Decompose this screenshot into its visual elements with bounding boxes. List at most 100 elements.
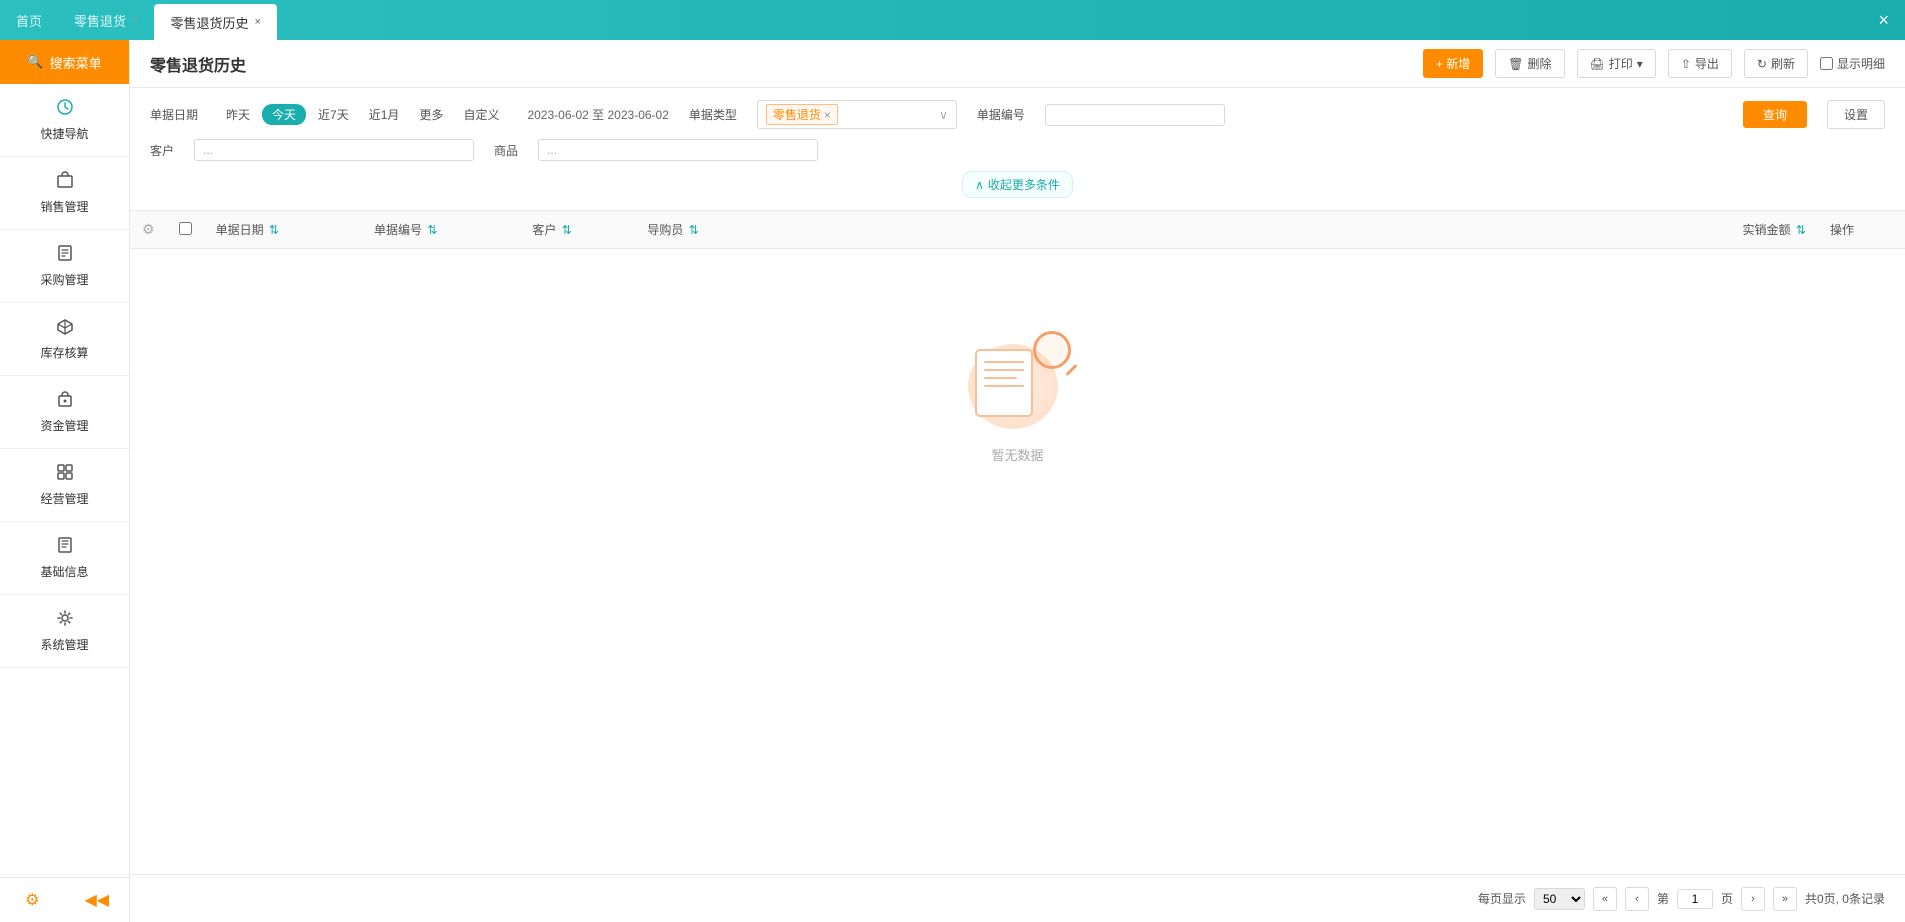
sidebar-item-system[interactable]: 系统管理 [0, 595, 129, 668]
sort-amount-icon[interactable]: ⇅ [1796, 223, 1806, 237]
th-customer: 客户 ⇅ [520, 211, 635, 249]
print-icon: 🖨 [1590, 57, 1605, 71]
content-area: 零售退货历史 + 新增 🗑 删除 🖨 打印 ▾ ⇧ 导出 ↻ 刷新 显示明细 [130, 40, 1905, 922]
inventory-icon [56, 317, 74, 340]
export-icon: ⇧ [1681, 57, 1691, 71]
tab-retail-return[interactable]: 零售退货 × [58, 0, 154, 40]
refresh-icon: ↻ [1757, 57, 1767, 71]
print-button[interactable]: 🖨 打印 ▾ [1577, 49, 1656, 78]
empty-magnify-handle [1065, 364, 1077, 376]
show-detail-checkbox[interactable] [1820, 57, 1833, 70]
sort-date-icon[interactable]: ⇅ [269, 223, 279, 237]
sidebar: 🔍 搜索菜单 快捷导航 销售管理 采购管理 库存核算 [0, 40, 130, 922]
sidebar-item-purchase-mgmt[interactable]: 采购管理 [0, 230, 129, 303]
sort-guide-icon[interactable]: ⇅ [689, 223, 699, 237]
prev-page-button[interactable]: ‹ [1625, 887, 1649, 911]
tab-retail-return-history[interactable]: 零售退货历史 × [154, 4, 276, 40]
delete-icon: 🗑 [1508, 57, 1523, 71]
page-input[interactable] [1677, 889, 1713, 909]
sort-number-icon[interactable]: ⇅ [427, 223, 437, 237]
customer-filter-label: 客户 [150, 142, 174, 159]
print-dropdown-icon: ▾ [1637, 57, 1643, 71]
customer-filter-select[interactable]: ... [194, 139, 474, 161]
first-page-button[interactable]: « [1593, 887, 1617, 911]
filter-row-2: 客户 ... 商品 ... [150, 139, 1885, 161]
number-filter-input[interactable] [1045, 104, 1225, 126]
goods-filter-label: 商品 [494, 142, 518, 159]
select-all-checkbox[interactable] [179, 222, 192, 235]
query-button[interactable]: 查询 [1743, 101, 1807, 128]
empty-state: 暂无数据 [130, 249, 1905, 544]
operations-icon [56, 463, 74, 486]
pagination-summary: 共0页, 0条记录 [1805, 890, 1885, 907]
filter-settings-button[interactable]: 设置 [1827, 100, 1885, 129]
sidebar-item-operations-label: 经营管理 [40, 490, 88, 507]
th-date: 单据日期 ⇅ [204, 211, 362, 249]
date-btn-today[interactable]: 今天 [262, 104, 306, 125]
filter-row-1: 单据日期 昨天 今天 近7天 近1月 更多 自定义 2023-06-02 至 2… [150, 100, 1885, 129]
customer-dots: ... [203, 143, 213, 157]
collapse-label: 收起更多条件 [988, 176, 1060, 193]
th-amount-label: 实销金额 [1743, 223, 1791, 237]
sidebar-item-base-info[interactable]: 基础信息 [0, 522, 129, 595]
show-detail-checkbox-label[interactable]: 显示明细 [1820, 55, 1885, 72]
last-page-button[interactable]: » [1773, 887, 1797, 911]
sidebar-item-base-info-label: 基础信息 [40, 563, 88, 580]
next-page-button[interactable]: › [1741, 887, 1765, 911]
page-size-label: 每页显示 [1478, 890, 1526, 907]
base-info-icon [56, 536, 74, 559]
th-checkbox [167, 211, 204, 249]
empty-text: 暂无数据 [991, 445, 1043, 464]
tab-home-label: 首页 [16, 11, 42, 30]
sidebar-item-inventory[interactable]: 库存核算 [0, 303, 129, 376]
sort-customer-icon[interactable]: ⇅ [562, 223, 572, 237]
tab-spacer [277, 0, 1863, 40]
export-button[interactable]: ⇧ 导出 [1668, 49, 1732, 78]
sidebar-item-finance[interactable]: 资金管理 [0, 376, 129, 449]
date-btn-yesterday[interactable]: 昨天 [218, 104, 258, 125]
tab-home[interactable]: 首页 [0, 0, 58, 40]
goods-filter-select[interactable]: ... [538, 139, 818, 161]
th-amount: 实销金额 ⇅ [1660, 211, 1818, 249]
th-number-label: 单据编号 [374, 223, 422, 237]
date-btn-more[interactable]: 更多 [411, 104, 451, 125]
gear-icon[interactable]: ⚙ [142, 221, 155, 237]
sidebar-search-label: 搜索菜单 [50, 53, 102, 72]
sidebar-bottom: ⚙ ◀◀ [0, 877, 129, 922]
sidebar-item-quick-nav[interactable]: 快捷导航 [0, 84, 129, 157]
th-customer-label: 客户 [532, 223, 556, 237]
top-tab-bar: 首页 零售退货 × 零售退货历史 × × [0, 0, 1905, 40]
delete-button[interactable]: 🗑 删除 [1495, 49, 1564, 78]
tab-retail-return-history-label: 零售退货历史 [170, 13, 248, 32]
sidebar-search-button[interactable]: 🔍 搜索菜单 [0, 40, 129, 84]
sidebar-item-sales-mgmt[interactable]: 销售管理 [0, 157, 129, 230]
sidebar-audio-button[interactable]: ◀◀ [65, 878, 130, 922]
tab-retail-return-label: 零售退货 [74, 11, 126, 30]
th-number: 单据编号 ⇅ [362, 211, 520, 249]
sidebar-item-system-label: 系统管理 [40, 636, 88, 653]
page-size-select[interactable]: 50 20 100 [1534, 888, 1585, 910]
page-title: 零售退货历史 [150, 52, 1411, 76]
th-action-label: 操作 [1830, 223, 1854, 237]
date-btn-custom[interactable]: 自定义 [455, 104, 507, 125]
sidebar-settings-button[interactable]: ⚙ [0, 878, 65, 922]
type-filter-select[interactable]: 零售退货 × ∨ [757, 100, 957, 129]
collapse-icon: ∧ [975, 178, 984, 192]
pagination: 每页显示 50 20 100 « ‹ 第 页 › » 共0页, 0条记录 [130, 874, 1905, 922]
tab-retail-return-close[interactable]: × [132, 14, 138, 26]
date-filter-label: 单据日期 [150, 106, 198, 123]
table-area: ⚙ 单据日期 ⇅ 单据编号 ⇅ [130, 211, 1905, 874]
refresh-button[interactable]: ↻ 刷新 [1744, 49, 1808, 78]
sales-icon [56, 171, 74, 194]
date-btn-7days[interactable]: 近7天 [310, 104, 357, 125]
window-close-button[interactable]: × [1862, 0, 1905, 40]
sidebar-item-operations[interactable]: 经营管理 [0, 449, 129, 522]
main-layout: 🔍 搜索菜单 快捷导航 销售管理 采购管理 库存核算 [0, 40, 1905, 922]
add-button[interactable]: + 新增 [1423, 49, 1483, 78]
tab-retail-return-history-close[interactable]: × [254, 16, 260, 28]
selected-type-tag: 零售退货 × [766, 104, 838, 125]
empty-row: 暂无数据 [130, 249, 1905, 545]
date-btn-1month[interactable]: 近1月 [361, 104, 408, 125]
type-tag-remove[interactable]: × [824, 108, 831, 122]
collapse-button[interactable]: ∧ 收起更多条件 [962, 171, 1073, 198]
